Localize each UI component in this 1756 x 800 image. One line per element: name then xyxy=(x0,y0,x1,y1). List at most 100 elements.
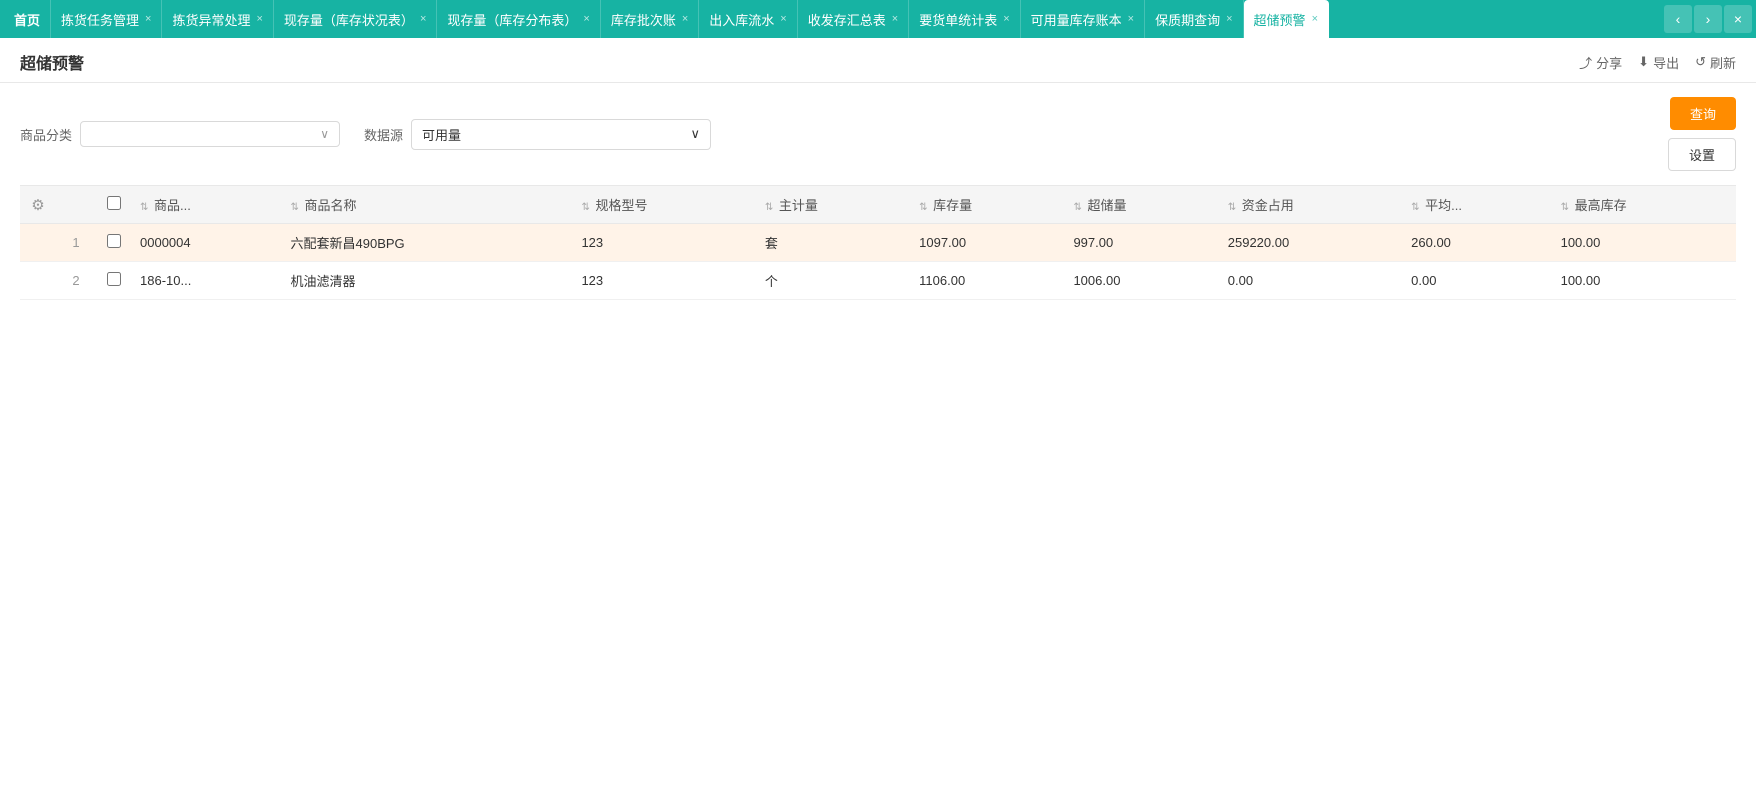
nav-prev-button[interactable]: ‹ xyxy=(1664,5,1692,33)
close-tab-abnormal-icon[interactable]: × xyxy=(256,13,262,25)
datasource-select[interactable]: 可用量 ∨ xyxy=(411,119,711,150)
refresh-button[interactable]: ↺ 刷新 xyxy=(1695,53,1736,72)
row-name: 机油滤清器 xyxy=(283,262,574,300)
nav-home[interactable]: 首页 xyxy=(4,0,51,38)
select-all-checkbox[interactable] xyxy=(107,196,121,210)
nav-tab-abnormal-label: 拣货异常处理 xyxy=(172,10,250,29)
export-button[interactable]: ⬇ 导出 xyxy=(1638,53,1679,72)
row-num: 2 xyxy=(56,262,96,300)
category-label: 商品分类 xyxy=(20,125,72,144)
nav-tab-task-label: 拣货任务管理 xyxy=(61,10,139,29)
nav-tab-collect-label: 收发存汇总表 xyxy=(808,10,886,29)
nav-tab-available-label: 可用量库存账本 xyxy=(1031,10,1122,29)
row-stock: 1106.00 xyxy=(911,262,1065,300)
row-checkbox[interactable] xyxy=(107,234,121,248)
nav-tab-order[interactable]: 要货单统计表 × xyxy=(909,0,1020,38)
nav-tab-stock-status[interactable]: 现存量（库存状况表） × xyxy=(274,0,437,38)
col-header-name[interactable]: ⇅ 商品名称 xyxy=(283,186,574,224)
row-over: 997.00 xyxy=(1065,224,1219,262)
header-actions: ⤴ 分享 ⬇ 导出 ↺ 刷新 xyxy=(1579,53,1736,72)
sort-capital-icon: ⇅ xyxy=(1228,202,1236,213)
sort-avg-icon: ⇅ xyxy=(1411,202,1419,213)
row-over: 1006.00 xyxy=(1065,262,1219,300)
nav-tab-available[interactable]: 可用量库存账本 × xyxy=(1021,0,1145,38)
category-select[interactable]: ∨ xyxy=(80,121,340,147)
nav-home-label: 首页 xyxy=(14,10,40,29)
row-spec: 123 xyxy=(573,224,756,262)
nav-tab-abnormal[interactable]: 拣货异常处理 × xyxy=(162,0,273,38)
close-tab-inout-icon[interactable]: × xyxy=(780,13,786,25)
col-header-unit[interactable]: ⇅ 主计量 xyxy=(757,186,911,224)
sort-name-icon: ⇅ xyxy=(291,202,299,213)
export-icon: ⬇ xyxy=(1638,54,1649,70)
overstock-table: ⚙ ⇅ 商品... ⇅ 商品名称 ⇅ 规格型号 xyxy=(20,185,1736,300)
nav-tab-overstock[interactable]: 超储预警 × xyxy=(1244,0,1329,38)
category-filter-group: 商品分类 ∨ xyxy=(20,121,340,147)
datasource-select-text: 可用量 xyxy=(422,125,461,144)
share-label: 分享 xyxy=(1596,53,1622,72)
sort-over-icon: ⇅ xyxy=(1073,202,1081,213)
row-unit: 个 xyxy=(757,262,911,300)
sort-maxstock-icon: ⇅ xyxy=(1561,202,1569,213)
close-tab-expiry-icon[interactable]: × xyxy=(1226,13,1232,25)
nav-close-button[interactable]: × xyxy=(1724,5,1752,33)
close-tab-order-icon[interactable]: × xyxy=(1003,13,1009,25)
nav-tab-expiry[interactable]: 保质期查询 × xyxy=(1145,0,1243,38)
row-maxstock: 100.00 xyxy=(1553,224,1736,262)
sort-unit-icon: ⇅ xyxy=(765,202,773,213)
table-row: 1 0000004 六配套新昌490BPG 123 套 1097.00 997.… xyxy=(20,224,1736,262)
filter-buttons: 查询 设置 xyxy=(1668,97,1736,171)
query-button[interactable]: 查询 xyxy=(1670,97,1736,130)
nav-tab-inout-label: 出入库流水 xyxy=(709,10,774,29)
col-header-maxstock[interactable]: ⇅ 最高库存 xyxy=(1553,186,1736,224)
close-tab-stock-dist-icon[interactable]: × xyxy=(583,13,589,25)
filter-area: 商品分类 ∨ 数据源 可用量 ∨ 查询 设置 xyxy=(0,83,1756,185)
nav-tab-collect[interactable]: 收发存汇总表 × xyxy=(798,0,909,38)
col-header-capital[interactable]: ⇅ 资金占用 xyxy=(1220,186,1403,224)
nav-tab-batch[interactable]: 库存批次账 × xyxy=(601,0,699,38)
nav-tab-overstock-label: 超储预警 xyxy=(1254,10,1306,29)
refresh-label: 刷新 xyxy=(1710,53,1736,72)
settings-button[interactable]: 设置 xyxy=(1668,138,1736,171)
nav-tab-stock-dist[interactable]: 现存量（库存分布表） × xyxy=(437,0,600,38)
share-icon: ⤴ xyxy=(1579,53,1592,72)
row-checkbox-cell xyxy=(96,262,132,300)
close-tab-stock-status-icon[interactable]: × xyxy=(420,13,426,25)
col-header-avg[interactable]: ⇅ 平均... xyxy=(1403,186,1552,224)
close-tab-collect-icon[interactable]: × xyxy=(892,13,898,25)
col-header-num xyxy=(56,186,96,224)
share-button[interactable]: ⤴ 分享 xyxy=(1579,53,1622,72)
close-tab-batch-icon[interactable]: × xyxy=(682,13,688,25)
row-checkbox-cell xyxy=(96,224,132,262)
col-header-stock[interactable]: ⇅ 库存量 xyxy=(911,186,1065,224)
page-title: 超储预警 xyxy=(20,50,84,74)
gear-settings-icon[interactable]: ⚙ xyxy=(31,197,44,214)
row-unit: 套 xyxy=(757,224,911,262)
close-tab-available-icon[interactable]: × xyxy=(1128,13,1134,25)
col-header-code[interactable]: ⇅ 商品... xyxy=(132,186,283,224)
col-header-over[interactable]: ⇅ 超储量 xyxy=(1065,186,1219,224)
row-checkbox[interactable] xyxy=(107,272,121,286)
sort-code-icon: ⇅ xyxy=(140,202,148,213)
nav-tab-order-label: 要货单统计表 xyxy=(919,10,997,29)
refresh-icon: ↺ xyxy=(1695,54,1706,70)
nav-next-button[interactable]: › xyxy=(1694,5,1722,33)
row-name: 六配套新昌490BPG xyxy=(283,224,574,262)
row-gear-cell xyxy=(20,224,56,262)
col-header-spec[interactable]: ⇅ 规格型号 xyxy=(573,186,756,224)
nav-arrow-group: ‹ › × xyxy=(1664,5,1752,33)
nav-tab-batch-label: 库存批次账 xyxy=(611,10,676,29)
row-code: 186-10... xyxy=(132,262,283,300)
top-navigation: 首页 拣货任务管理 × 拣货异常处理 × 现存量（库存状况表） × 现存量（库存… xyxy=(0,0,1756,38)
close-tab-overstock-icon[interactable]: × xyxy=(1312,13,1318,25)
nav-tab-expiry-label: 保质期查询 xyxy=(1155,10,1220,29)
sort-spec-icon: ⇅ xyxy=(581,202,589,213)
close-tab-task-icon[interactable]: × xyxy=(145,13,151,25)
table-row: 2 186-10... 机油滤清器 123 个 1106.00 1006.00 … xyxy=(20,262,1736,300)
nav-tab-inout[interactable]: 出入库流水 × xyxy=(699,0,797,38)
nav-tab-task[interactable]: 拣货任务管理 × xyxy=(51,0,162,38)
col-header-gear: ⚙ xyxy=(20,186,56,224)
page-header: 超储预警 ⤴ 分享 ⬇ 导出 ↺ 刷新 xyxy=(0,38,1756,83)
table-container: ⚙ ⇅ 商品... ⇅ 商品名称 ⇅ 规格型号 xyxy=(0,185,1756,300)
row-num: 1 xyxy=(56,224,96,262)
